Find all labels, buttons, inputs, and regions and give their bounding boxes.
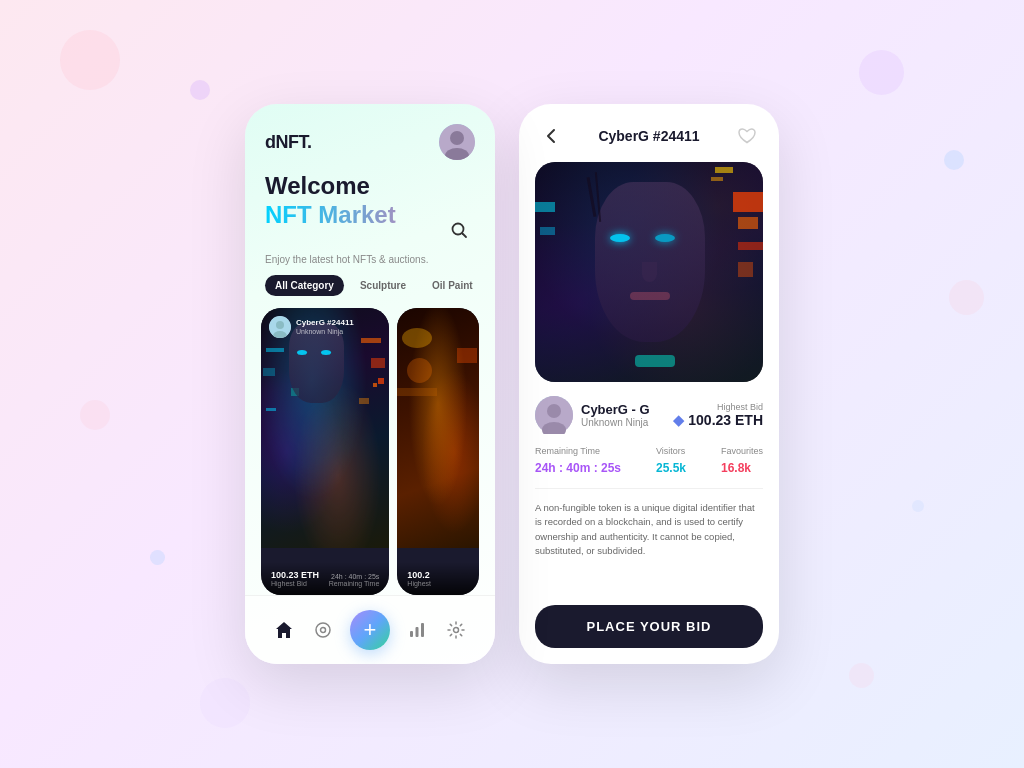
stats-row: Remaining Time 24h : 40m : 25s Visitors … <box>535 446 763 489</box>
place-bid-button[interactable]: PLacE YouR BId <box>535 605 763 648</box>
subtitle: Enjoy the latest hot NFTs & auctions. <box>245 254 495 275</box>
nav-settings[interactable] <box>445 619 467 641</box>
nft-card-2[interactable]: 100.2 Highest <box>397 308 479 595</box>
nav-explore[interactable] <box>312 619 334 641</box>
creator-row: CyberG - G Unknown Ninja Highest Bid ◆ 1… <box>535 396 763 434</box>
eth-icon: ◆ <box>673 412 684 428</box>
favourites-value: 16.8k <box>721 461 751 475</box>
nft-card-2-highest: Highest <box>407 580 469 587</box>
favorite-button[interactable] <box>733 122 761 150</box>
detail-header: CyberG #24411 <box>519 104 779 162</box>
tab-art[interactable]: Art <box>489 275 495 296</box>
nft-card-1-bid-row: 100.23 ETH Highest Bid 24h : 40m : 25s R… <box>271 570 379 587</box>
highest-bid-label: Highest Bid <box>673 402 763 412</box>
highest-bid-value: ◆ 100.23 ETH <box>673 412 763 428</box>
remaining-label: Remaining Time <box>535 446 621 456</box>
nav-home[interactable] <box>273 619 295 641</box>
nav-stats[interactable] <box>406 619 428 641</box>
bottom-nav: + <box>245 595 495 664</box>
svg-line-4 <box>463 233 467 237</box>
detail-title: CyberG #24411 <box>598 128 699 144</box>
welcome-title: Welcome <box>265 172 475 201</box>
logo: dNFT. <box>265 132 312 153</box>
nft-card-1-bid-label: Highest Bid <box>271 580 319 587</box>
remaining-value: 24h : 40m : 25s <box>535 461 621 475</box>
nft-cards-row: CyberG #24411 Unknown Ninja 100.23 ETH H… <box>245 308 495 595</box>
nft-card-1[interactable]: CyberG #24411 Unknown Ninja 100.23 ETH H… <box>261 308 389 595</box>
svg-marker-8 <box>276 622 292 638</box>
detail-info: CyberG - G Unknown Ninja Highest Bid ◆ 1… <box>519 382 779 605</box>
bid-amount: 100.23 ETH <box>688 412 763 428</box>
nft-card-1-time-col: 24h : 40m : 25s Remaining Time <box>329 573 380 587</box>
nft-card-2-overlay: 100.2 Highest <box>397 562 479 595</box>
creator-left: CyberG - G Unknown Ninja <box>535 396 650 434</box>
visitors-label: Visitors <box>656 446 686 456</box>
nft-mini-avatar-1 <box>269 316 291 338</box>
category-tabs: All Category Sculpture Oil Paint Art <box>245 275 495 308</box>
nft-card-1-price-col: 100.23 ETH Highest Bid <box>271 570 319 587</box>
highest-bid-col: Highest Bid ◆ 100.23 ETH <box>673 402 763 428</box>
nft-card-2-price: 100.2 <box>407 570 469 580</box>
creator-avatar <box>535 396 573 434</box>
stat-favourites: Favourites 16.8k <box>721 446 763 476</box>
svg-point-6 <box>276 321 284 329</box>
visitors-value: 25.5k <box>656 461 686 475</box>
stat-remaining: Remaining Time 24h : 40m : 25s <box>535 446 621 476</box>
search-row <box>245 214 495 246</box>
svg-rect-12 <box>416 627 419 637</box>
creator-handle: Unknown Ninja <box>581 417 650 428</box>
svg-rect-11 <box>410 631 413 637</box>
stat-visitors: Visitors 25.5k <box>656 446 686 476</box>
nft-card-1-overlay: 100.23 ETH Highest Bid 24h : 40m : 25s R… <box>261 562 389 595</box>
tab-all-category[interactable]: All Category <box>265 275 344 296</box>
phone-header: dNFT. <box>245 104 495 172</box>
svg-point-10 <box>320 628 325 633</box>
favourites-label: Favourites <box>721 446 763 456</box>
svg-point-14 <box>453 628 458 633</box>
tab-oil-paint[interactable]: Oil Paint <box>422 275 483 296</box>
search-button[interactable] <box>443 214 475 246</box>
creator-name: CyberG - G <box>581 402 650 417</box>
detail-nft-art <box>535 162 763 382</box>
svg-point-9 <box>316 623 330 637</box>
nft-card-1-creator: Unknown Ninja <box>296 328 354 335</box>
left-phone-panel: dNFT. Welcome NFT Market Enjoy the lates… <box>245 104 495 664</box>
svg-point-16 <box>547 404 561 418</box>
svg-rect-13 <box>421 623 424 637</box>
nft-description: A non-fungible token is a unique digital… <box>535 501 763 558</box>
nft-card-1-top: CyberG #24411 Unknown Ninja <box>269 316 354 338</box>
nft-card-1-meta: CyberG #24411 Unknown Ninja <box>296 318 354 335</box>
svg-point-3 <box>453 223 464 234</box>
nft-card-1-remaining-label: Remaining Time <box>329 580 380 587</box>
nav-add-button[interactable]: + <box>350 610 390 650</box>
nft-card-1-time: 24h : 40m : 25s <box>329 573 380 580</box>
creator-meta: CyberG - G Unknown Ninja <box>581 402 650 428</box>
back-button[interactable] <box>537 122 565 150</box>
nft-card-1-name: CyberG #24411 <box>296 318 354 328</box>
tab-sculpture[interactable]: Sculpture <box>350 275 416 296</box>
user-avatar[interactable] <box>439 124 475 160</box>
svg-point-1 <box>450 131 464 145</box>
nft-card-1-price: 100.23 ETH <box>271 570 319 580</box>
right-detail-panel: CyberG #24411 <box>519 104 779 664</box>
